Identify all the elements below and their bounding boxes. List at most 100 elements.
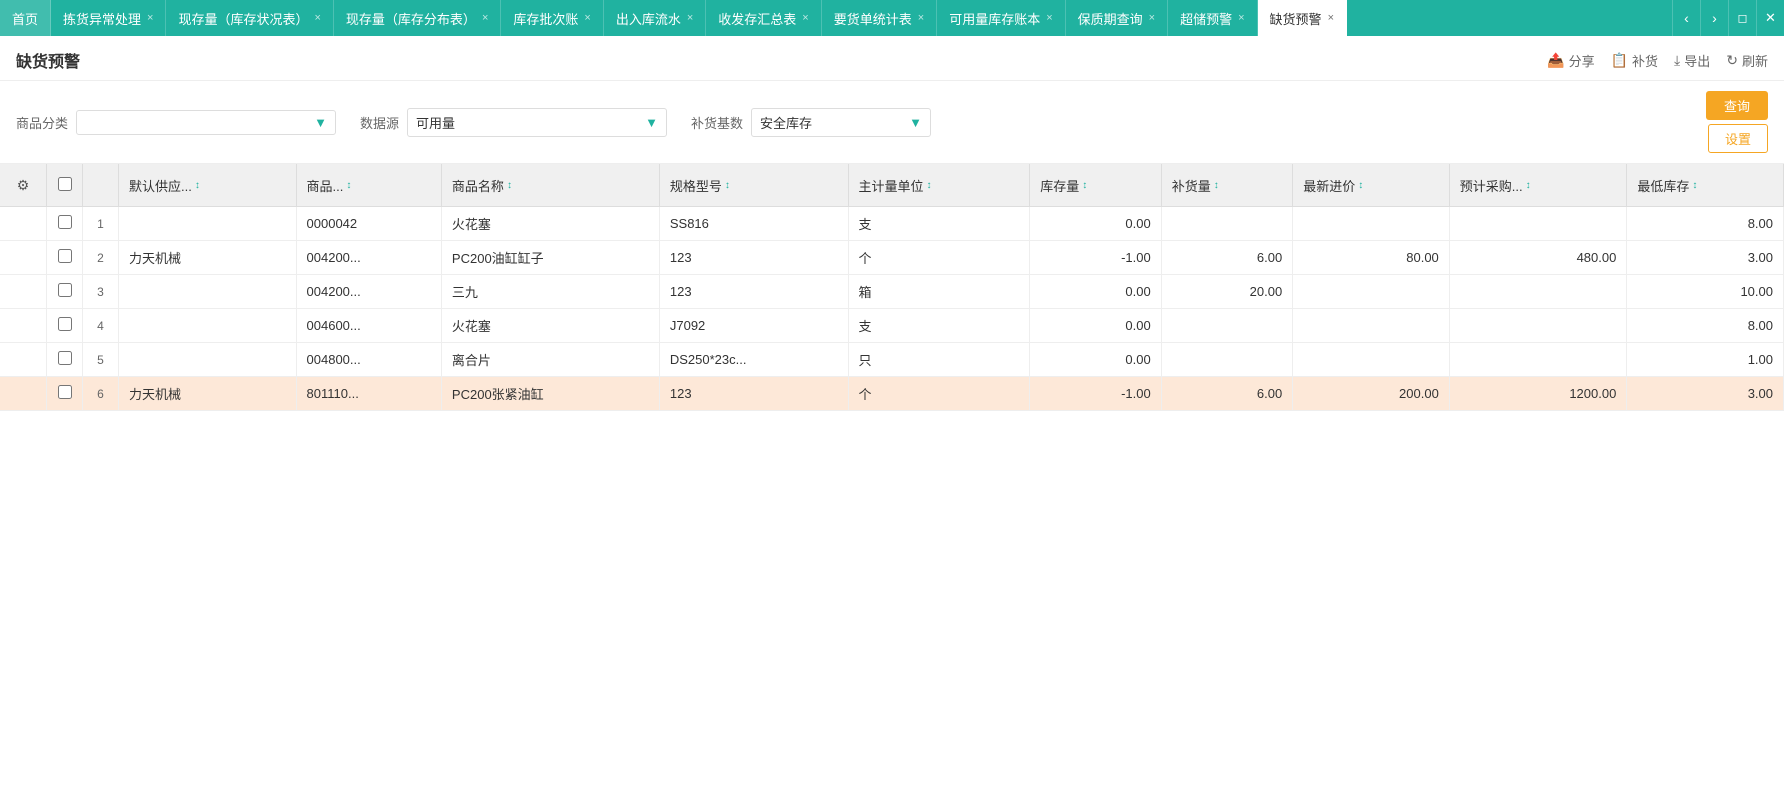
min-stock-cell-0: 8.00: [1627, 207, 1784, 241]
nav-tab-close-7[interactable]: ×: [918, 12, 924, 24]
spec-cell-5: 123: [659, 377, 848, 411]
row-checkbox-3[interactable]: [58, 317, 72, 331]
top-nav: 首页拣货异常处理×现存量（库存状况表）×现存量（库存分布表）×库存批次账×出入库…: [0, 0, 1784, 36]
category-select[interactable]: ▼: [76, 110, 336, 135]
th-min-stock[interactable]: 最低库存 ↕: [1627, 164, 1784, 207]
sort-icon-supplier: ↕: [195, 180, 200, 191]
refresh-button[interactable]: ↻ 刷新: [1726, 51, 1768, 70]
datasource-select[interactable]: 可用量 ▼: [407, 108, 667, 137]
th-replenish-qty[interactable]: 补货量 ↕: [1161, 164, 1292, 207]
spec-cell-3: J7092: [659, 309, 848, 343]
share-button[interactable]: 📤 分享: [1547, 51, 1594, 70]
row-checkbox-1[interactable]: [58, 249, 72, 263]
nav-tab-close-4[interactable]: ×: [584, 12, 590, 24]
nav-tab-0[interactable]: 首页: [0, 0, 51, 36]
th-spec[interactable]: 规格型号 ↕: [659, 164, 848, 207]
main-content: 缺货预警 📤 分享 📋 补货 ⤓ 导出 ↻ 刷新 商品分类: [0, 36, 1784, 796]
item-code-cell-4: 004800...: [296, 343, 441, 377]
nav-tab-close-8[interactable]: ×: [1046, 12, 1052, 24]
row-checkbox-4[interactable]: [58, 351, 72, 365]
nav-tab-7[interactable]: 要货单统计表×: [822, 0, 937, 36]
nav-restore-icon[interactable]: ◻: [1728, 0, 1756, 36]
replenish-qty-cell-1: 6.00: [1161, 241, 1292, 275]
default-supplier-cell-1: 力天机械: [119, 241, 297, 275]
nav-tab-4[interactable]: 库存批次账×: [501, 0, 603, 36]
est-purchase-cell-3: [1449, 309, 1627, 343]
sort-icon-spec: ↕: [725, 180, 730, 191]
nav-tab-10[interactable]: 超储预警×: [1168, 0, 1257, 36]
table-container: ⚙ 默认供应... ↕ 商品...: [0, 164, 1784, 411]
nav-tab-1[interactable]: 拣货异常处理×: [51, 0, 166, 36]
page-header: 缺货预警 📤 分享 📋 补货 ⤓ 导出 ↻ 刷新: [0, 36, 1784, 81]
replenish-base-select[interactable]: 安全库存 ▼: [751, 108, 931, 137]
stock-qty-cell-5: -1.00: [1030, 377, 1161, 411]
nav-tab-close-6[interactable]: ×: [802, 12, 808, 24]
filter-bar: 商品分类 ▼ 数据源 可用量 ▼ 补货基数 安全库存 ▼ 查询 设置: [0, 81, 1784, 164]
row-checkbox-5[interactable]: [58, 385, 72, 399]
nav-tab-close-2[interactable]: ×: [314, 12, 320, 24]
replenish-button[interactable]: 📋 补货: [1611, 51, 1658, 70]
table-row: 5004800...离合片DS250*23c...只0.001.00: [0, 343, 1784, 377]
gear-icon-btn[interactable]: ⚙: [10, 172, 36, 198]
nav-tab-8[interactable]: 可用量库存账本×: [937, 0, 1065, 36]
filter-actions: 查询 设置: [1706, 91, 1768, 153]
item-code-cell-0: 0000042: [296, 207, 441, 241]
item-name-cell-3: 火花塞: [441, 309, 659, 343]
th-row-num: [83, 164, 119, 207]
replenish-base-label: 补货基数: [691, 113, 743, 132]
th-item-name[interactable]: 商品名称 ↕: [441, 164, 659, 207]
nav-tab-3[interactable]: 现存量（库存分布表）×: [334, 0, 501, 36]
replenish-base-filter: 补货基数 安全库存 ▼: [691, 108, 931, 137]
replenish-qty-cell-3: [1161, 309, 1292, 343]
replenish-qty-cell-2: 20.00: [1161, 275, 1292, 309]
row-checkbox-0[interactable]: [58, 215, 72, 229]
est-purchase-cell-2: [1449, 275, 1627, 309]
sort-icon-replenish: ↕: [1214, 180, 1219, 191]
default-supplier-cell-4: [119, 343, 297, 377]
nav-tab-9[interactable]: 保质期查询×: [1066, 0, 1168, 36]
sort-icon-name: ↕: [507, 180, 512, 191]
unit-cell-1: 个: [848, 241, 1030, 275]
th-min-stock-label: 最低库存: [1637, 176, 1689, 195]
th-stock-qty[interactable]: 库存量 ↕: [1030, 164, 1161, 207]
th-default-supplier[interactable]: 默认供应... ↕: [119, 164, 297, 207]
nav-next-arrow[interactable]: ›: [1700, 0, 1728, 36]
th-latest-price[interactable]: 最新进价 ↕: [1293, 164, 1450, 207]
nav-tab-5[interactable]: 出入库流水×: [604, 0, 706, 36]
nav-prev-arrow[interactable]: ‹: [1672, 0, 1700, 36]
latest-price-cell-5: 200.00: [1293, 377, 1450, 411]
nav-tab-11[interactable]: 缺货预警×: [1258, 0, 1347, 36]
nav-tab-2[interactable]: 现存量（库存状况表）×: [166, 0, 333, 36]
row-gear-1: [0, 241, 47, 275]
row-gear-5: [0, 377, 47, 411]
item-name-cell-4: 离合片: [441, 343, 659, 377]
table-row: 2力天机械004200...PC200油缸缸子123个-1.006.0080.0…: [0, 241, 1784, 275]
query-button[interactable]: 查询: [1706, 91, 1768, 120]
nav-tab-close-1[interactable]: ×: [147, 12, 153, 24]
page-title: 缺货预警: [16, 48, 80, 72]
settings-button[interactable]: 设置: [1708, 124, 1768, 153]
export-button[interactable]: ⤓ 导出: [1674, 51, 1710, 70]
th-checkbox: [47, 164, 83, 207]
nav-tab-close-11[interactable]: ×: [1328, 12, 1334, 24]
nav-tab-close-5[interactable]: ×: [687, 12, 693, 24]
datasource-value: 可用量: [416, 113, 455, 132]
latest-price-cell-2: [1293, 275, 1450, 309]
export-label: 导出: [1684, 51, 1710, 70]
th-item-code[interactable]: 商品... ↕: [296, 164, 441, 207]
row-checkbox-2[interactable]: [58, 283, 72, 297]
sort-icon-stock: ↕: [1082, 180, 1087, 191]
th-est-purchase[interactable]: 预计采购... ↕: [1449, 164, 1627, 207]
th-spec-label: 规格型号: [670, 176, 722, 195]
select-all-checkbox[interactable]: [58, 177, 72, 191]
row-num-4: 5: [83, 343, 119, 377]
nav-tab-close-3[interactable]: ×: [482, 12, 488, 24]
spec-cell-1: 123: [659, 241, 848, 275]
nav-tab-close-9[interactable]: ×: [1149, 12, 1155, 24]
th-unit[interactable]: 主计量单位 ↕: [848, 164, 1030, 207]
nav-close-icon[interactable]: ✕: [1756, 0, 1784, 36]
table-row: 4004600...火花塞J7092支0.008.00: [0, 309, 1784, 343]
nav-tab-close-10[interactable]: ×: [1238, 12, 1244, 24]
unit-cell-0: 支: [848, 207, 1030, 241]
nav-tab-6[interactable]: 收发存汇总表×: [706, 0, 821, 36]
